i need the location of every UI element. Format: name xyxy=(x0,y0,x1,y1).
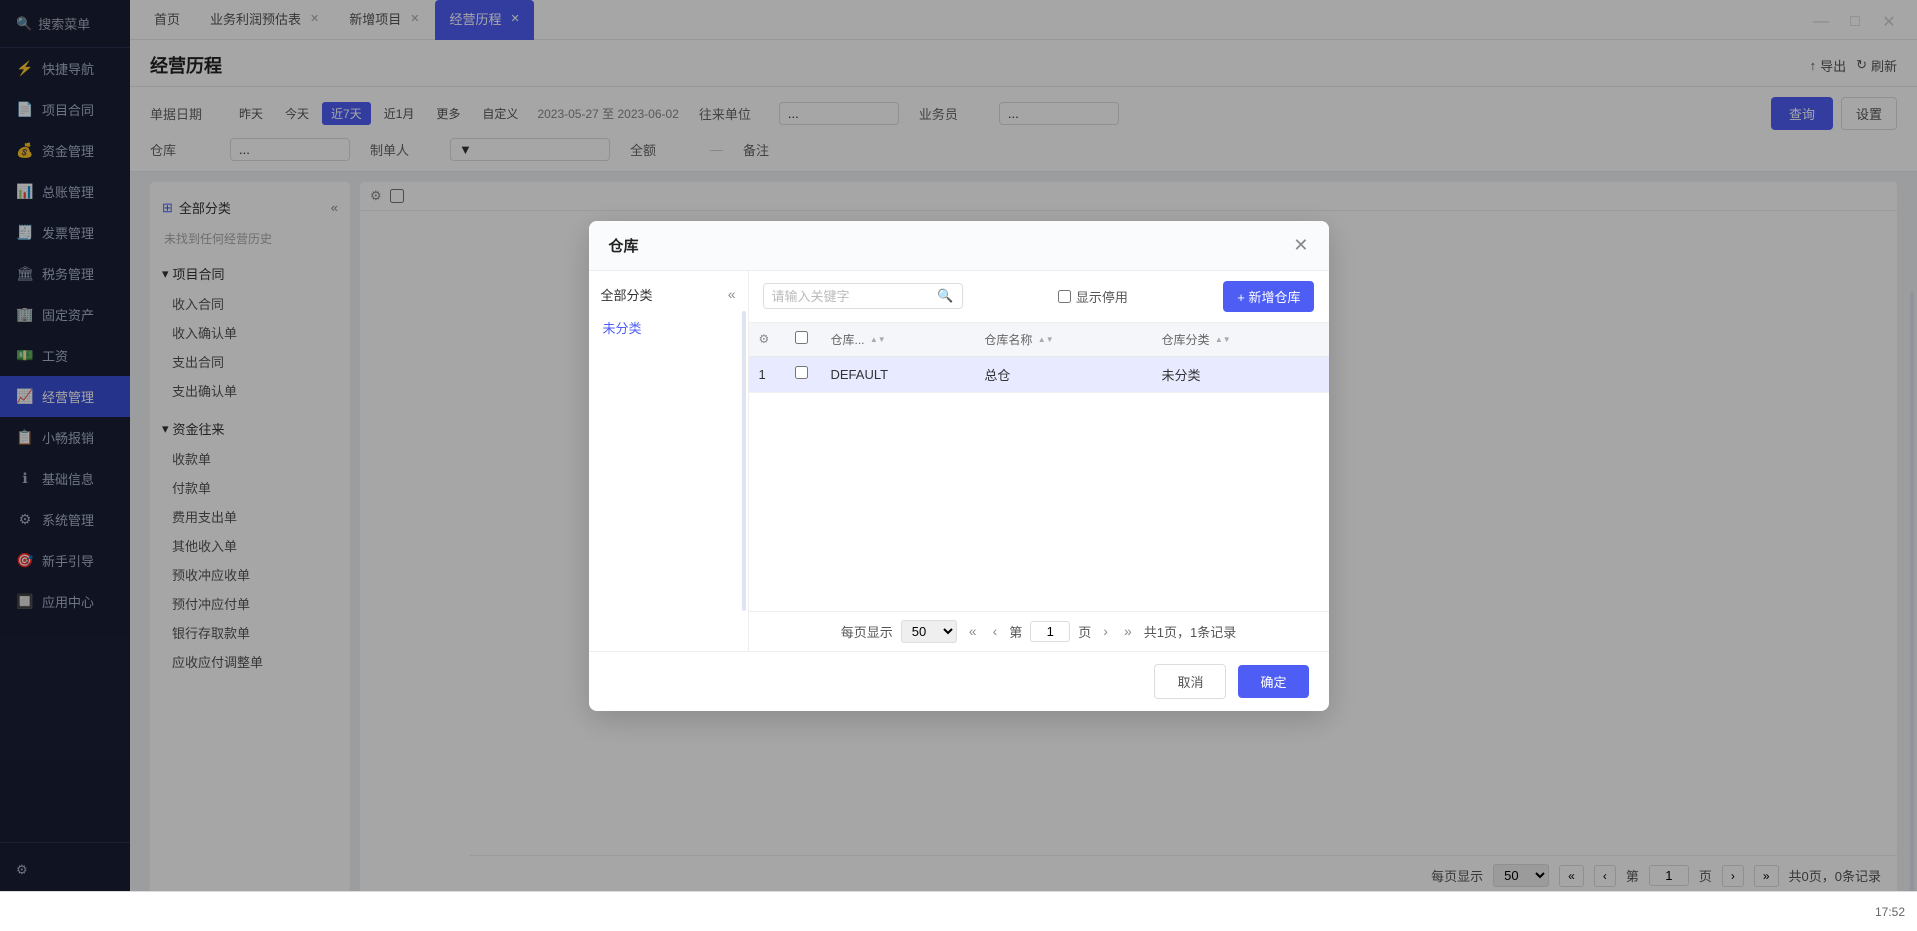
th-checkbox xyxy=(785,323,821,357)
sort-arrows-name: ▲▼ xyxy=(1038,336,1054,344)
dialog-prev-page[interactable]: ‹ xyxy=(989,621,1002,641)
dialog-next-page[interactable]: › xyxy=(1099,621,1112,641)
dlg-page-size-label: 每页显示 xyxy=(841,622,893,641)
th-warehouse-code[interactable]: 仓库... ▲▼ xyxy=(821,323,975,357)
sort-arrows-cat: ▲▼ xyxy=(1215,336,1231,344)
dialog-category-uncategorized[interactable]: 未分类 xyxy=(589,312,748,343)
cancel-button[interactable]: 取消 xyxy=(1154,664,1226,699)
window-controls: — □ ✕ xyxy=(1793,0,1917,44)
th-warehouse-name-label: 仓库名称 xyxy=(984,333,1032,347)
dialog-left-title: 全部分类 xyxy=(601,285,653,304)
maximize-button[interactable]: □ xyxy=(1843,10,1867,34)
dialog-left-scrollbar[interactable] xyxy=(742,311,746,611)
confirm-button[interactable]: 确定 xyxy=(1238,665,1308,698)
minimize-button[interactable]: — xyxy=(1809,10,1833,34)
dialog-title: 仓库 xyxy=(609,235,639,256)
dialog-toolbar: 🔍 显示停用 + 新增仓库 xyxy=(749,271,1329,323)
warehouse-dialog: 仓库 ✕ 全部分类 « 未分类 🔍 xyxy=(589,221,1329,711)
dialog-close-button[interactable]: ✕ xyxy=(1293,235,1308,256)
dialog-footer: 取消 确定 xyxy=(589,651,1329,711)
row-seq: 1 xyxy=(749,356,785,392)
dialog-search-icon: 🔍 xyxy=(937,288,953,304)
dialog-search-box[interactable]: 🔍 xyxy=(763,283,963,309)
dialog-left-header: 全部分类 « xyxy=(589,281,748,312)
th-warehouse-name[interactable]: 仓库名称 ▲▼ xyxy=(974,323,1151,357)
dialog-table: ⚙ 仓库... ▲▼ 仓库名称 xyxy=(749,323,1329,393)
dialog-select-all[interactable] xyxy=(795,331,808,344)
row-warehouse-name: 总仓 xyxy=(974,356,1151,392)
sort-arrows-code: ▲▼ xyxy=(870,336,886,344)
row-checkbox[interactable] xyxy=(795,366,808,379)
dialog-page-size-select[interactable]: 50 100 xyxy=(901,620,957,643)
row-warehouse-category: 未分类 xyxy=(1151,356,1328,392)
th-warehouse-category-label: 仓库分类 xyxy=(1161,333,1209,347)
row-warehouse-code: DEFAULT xyxy=(821,356,975,392)
dialog-left-panel: 全部分类 « 未分类 xyxy=(589,271,749,651)
close-button[interactable]: ✕ xyxy=(1877,10,1901,34)
th-warehouse-category[interactable]: 仓库分类 ▲▼ xyxy=(1151,323,1328,357)
dlg-page-suffix: 页 xyxy=(1078,622,1091,641)
add-warehouse-button[interactable]: + 新增仓库 xyxy=(1223,281,1314,312)
dialog-header: 仓库 ✕ xyxy=(589,221,1329,271)
dialog-table-gear-icon[interactable]: ⚙ xyxy=(759,332,770,346)
modal-overlay: 仓库 ✕ 全部分类 « 未分类 🔍 xyxy=(0,0,1917,931)
dialog-page-input[interactable] xyxy=(1030,621,1070,642)
th-warehouse-code-label: 仓库... xyxy=(831,333,865,347)
time-display: 17:52 xyxy=(1875,905,1905,919)
dialog-last-page[interactable]: » xyxy=(1120,621,1136,641)
dialog-right-panel: 🔍 显示停用 + 新增仓库 ⚙ xyxy=(749,271,1329,651)
dialog-pagination: 每页显示 50 100 « ‹ 第 页 › » 共1页，1条记录 xyxy=(749,611,1329,651)
dialog-table-row[interactable]: 1 DEFAULT 总仓 未分类 xyxy=(749,356,1329,392)
show-disabled-label: 显示停用 xyxy=(1076,287,1128,306)
dialog-first-page[interactable]: « xyxy=(965,621,981,641)
dialog-search-input[interactable] xyxy=(772,289,932,304)
dlg-page-label: 第 xyxy=(1009,622,1022,641)
show-disabled-checkbox[interactable]: 显示停用 xyxy=(1058,287,1128,306)
row-checkbox-cell xyxy=(785,356,821,392)
dialog-body: 全部分类 « 未分类 🔍 显示停用 + xyxy=(589,271,1329,651)
disabled-checkbox-input[interactable] xyxy=(1058,290,1071,303)
dialog-table-wrap: ⚙ 仓库... ▲▼ 仓库名称 xyxy=(749,323,1329,611)
dialog-collapse-button[interactable]: « xyxy=(728,286,736,302)
taskbar: 17:52 xyxy=(0,891,1917,931)
th-gear: ⚙ xyxy=(749,323,785,357)
dlg-total-info: 共1页，1条记录 xyxy=(1144,622,1236,641)
dialog-table-header-row: ⚙ 仓库... ▲▼ 仓库名称 xyxy=(749,323,1329,357)
